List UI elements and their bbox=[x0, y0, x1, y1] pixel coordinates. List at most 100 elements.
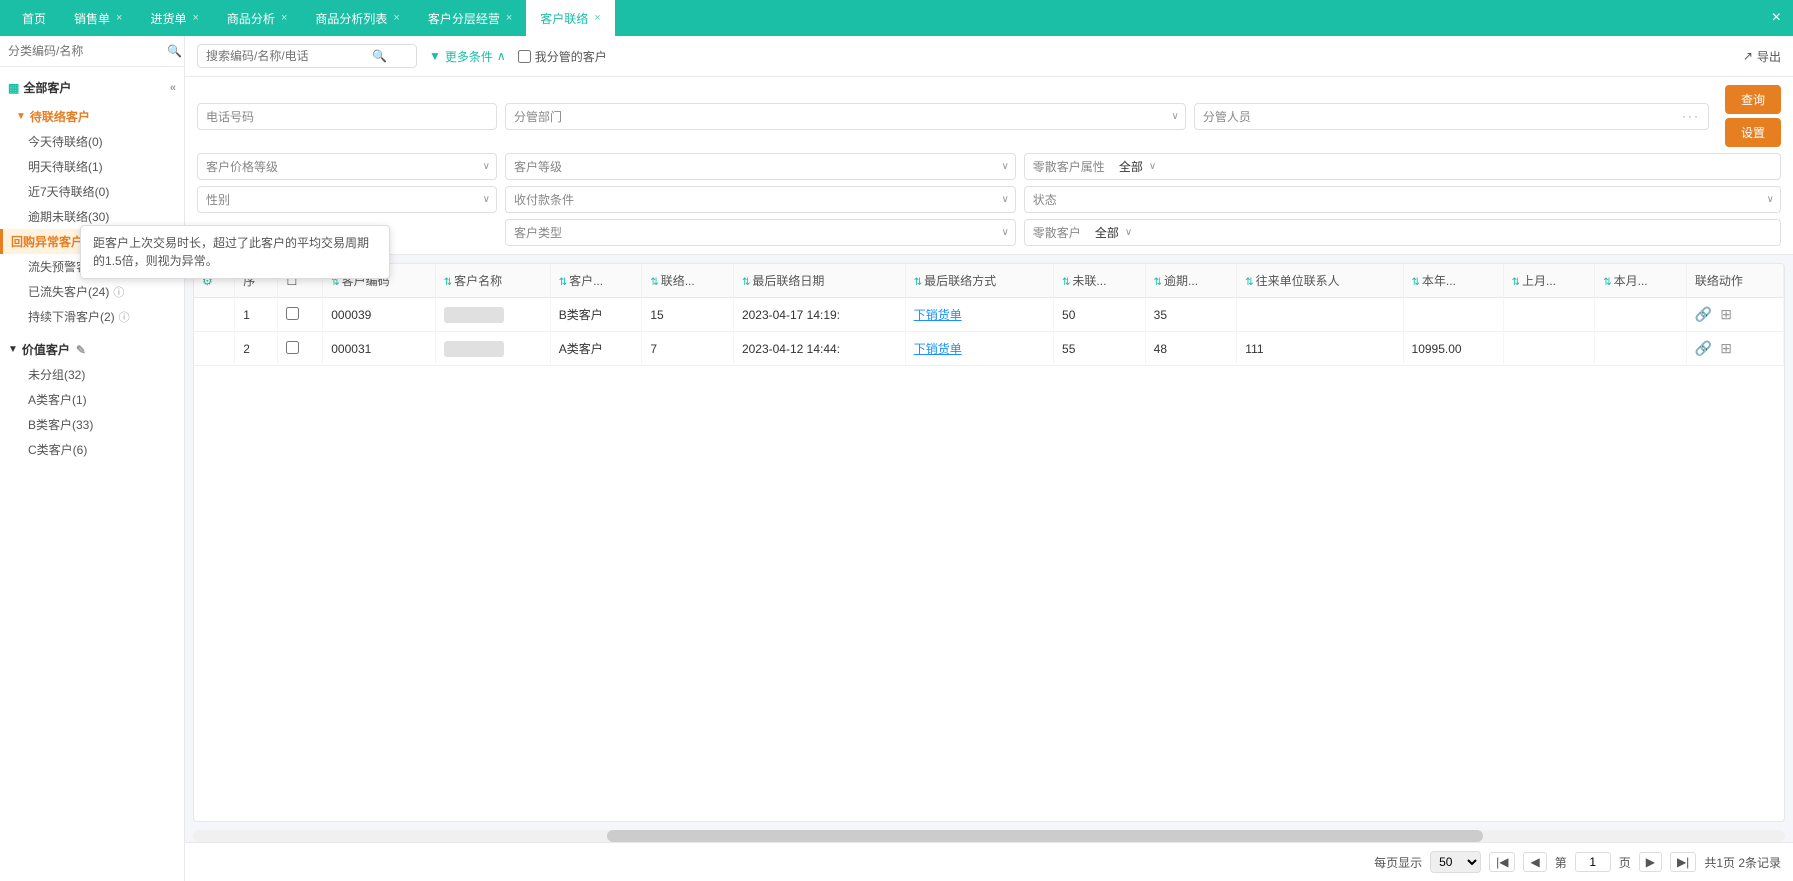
col-overdue[interactable]: ⇅逾期... bbox=[1145, 264, 1237, 298]
sidebar-item-already-lost[interactable]: 已流失客户(24) ⓘ bbox=[0, 279, 184, 304]
status-field[interactable]: 状态 ∨ bbox=[1024, 186, 1781, 213]
col-this-month[interactable]: ⇅本月... bbox=[1595, 264, 1687, 298]
page-label: 第 bbox=[1555, 854, 1567, 871]
pending-section-header[interactable]: ▼ 待联络客户 bbox=[0, 104, 184, 129]
cell-contact-count-2: 7 bbox=[642, 332, 734, 366]
department-field[interactable]: 分管部门 ∨ bbox=[505, 103, 1186, 130]
grid-action-icon-2[interactable]: ⊞ bbox=[1720, 340, 1732, 357]
nav-item-purchase[interactable]: 进货单 × bbox=[136, 0, 212, 36]
nav-item-sales[interactable]: 销售单 × bbox=[60, 0, 136, 36]
col-customer-type[interactable]: ⇅客户... bbox=[550, 264, 642, 298]
manager-dots[interactable]: ··· bbox=[1682, 109, 1700, 123]
sidebar-item-b-class[interactable]: B类客户(33) bbox=[0, 412, 184, 437]
cell-check-2[interactable] bbox=[278, 332, 323, 366]
already-lost-info-icon[interactable]: ⓘ bbox=[113, 284, 124, 300]
my-customer-checkbox[interactable] bbox=[518, 50, 531, 63]
cell-last-method-1[interactable]: 下销货单 bbox=[905, 298, 1053, 332]
col-last-month[interactable]: ⇅上月... bbox=[1503, 264, 1595, 298]
nav-item-home[interactable]: 首页 bbox=[8, 0, 60, 36]
method-link-1[interactable]: 下销货单 bbox=[914, 308, 962, 322]
col-contact-person[interactable]: ⇅往来单位联系人 bbox=[1237, 264, 1403, 298]
method-link-2[interactable]: 下销货单 bbox=[914, 342, 962, 356]
close-product-analysis-list-tab[interactable]: × bbox=[393, 12, 399, 24]
window-close-button[interactable]: × bbox=[1772, 9, 1781, 27]
phone-action-icon-2[interactable]: 🔗 bbox=[1695, 340, 1712, 357]
sidebar-root: ▦ 全部客户 « bbox=[0, 75, 184, 100]
search-wrap: 🔍 bbox=[197, 44, 417, 68]
grid-icon: ▦ bbox=[8, 81, 19, 95]
per-page-select[interactable]: 50 100 200 bbox=[1430, 851, 1481, 873]
filter-icon: ▼ bbox=[429, 49, 441, 63]
sidebar-item-declining[interactable]: 持续下滑客户(2) ⓘ bbox=[0, 304, 184, 329]
table-row: 1 000039 B类客户 15 2023-04-17 14:19: 下销货单 … bbox=[194, 298, 1784, 332]
close-sales-tab[interactable]: × bbox=[116, 12, 122, 24]
sidebar-item-tomorrow-pending[interactable]: 明天待联络(1) bbox=[0, 154, 184, 179]
nav-item-product-analysis-list[interactable]: 商品分析列表 × bbox=[301, 0, 413, 36]
col-last-contact-date[interactable]: ⇅最后联络日期 bbox=[733, 264, 905, 298]
main-search-icon[interactable]: 🔍 bbox=[372, 49, 387, 63]
sidebar-collapse-btn[interactable]: « bbox=[170, 82, 176, 94]
close-customer-segment-tab[interactable]: × bbox=[506, 12, 512, 24]
close-customer-contact-tab[interactable]: × bbox=[594, 12, 600, 24]
retail-attr-field[interactable]: 零散客户属性 全部 ∨ bbox=[1024, 153, 1781, 180]
sidebar-search-icon[interactable]: 🔍 bbox=[167, 44, 182, 58]
phone-action-icon-1[interactable]: 🔗 bbox=[1695, 306, 1712, 323]
col-name[interactable]: ⇅客户名称 bbox=[435, 264, 550, 298]
retail-customer-field[interactable]: 零散客户 全部 ∨ bbox=[1024, 219, 1781, 246]
export-btn[interactable]: ↗ 导出 bbox=[1743, 48, 1781, 65]
close-purchase-tab[interactable]: × bbox=[192, 12, 198, 24]
price-level-chevron: ∨ bbox=[483, 161, 490, 172]
row-checkbox-1[interactable] bbox=[286, 307, 299, 320]
cell-actions-1: 🔗 ⊞ bbox=[1686, 298, 1783, 332]
row-checkbox-2[interactable] bbox=[286, 341, 299, 354]
declining-info-icon[interactable]: ⓘ bbox=[119, 309, 130, 325]
horizontal-scrollbar[interactable] bbox=[193, 830, 1785, 842]
sidebar-item-a-class[interactable]: A类客户(1) bbox=[0, 387, 184, 412]
sidebar-item-today-pending[interactable]: 今天待联络(0) bbox=[0, 129, 184, 154]
nav-item-product-analysis[interactable]: 商品分析 × bbox=[213, 0, 301, 36]
sidebar-item-c-class[interactable]: C类客户(6) bbox=[0, 437, 184, 462]
cell-last-method-2[interactable]: 下销货单 bbox=[905, 332, 1053, 366]
col-this-year[interactable]: ⇅本年... bbox=[1403, 264, 1503, 298]
retail-attr-chevron: ∨ bbox=[1149, 161, 1156, 172]
my-customer-checkbox-wrap[interactable]: 我分管的客户 bbox=[518, 48, 607, 65]
nav-item-customer-segment[interactable]: 客户分层经营 × bbox=[414, 0, 526, 36]
settings-button[interactable]: 设置 bbox=[1725, 118, 1781, 147]
main-search-input[interactable] bbox=[206, 49, 366, 63]
customer-level-field[interactable]: 客户等级 ∨ bbox=[505, 153, 1016, 180]
cell-check-1[interactable] bbox=[278, 298, 323, 332]
phone-field[interactable]: 电话号码 bbox=[197, 103, 497, 130]
query-button[interactable]: 查询 bbox=[1725, 85, 1781, 114]
cell-last-month-2 bbox=[1503, 332, 1595, 366]
col-last-contact-method[interactable]: ⇅最后联络方式 bbox=[905, 264, 1053, 298]
scrollbar-thumb[interactable] bbox=[607, 830, 1483, 842]
sidebar-item-ungrouped[interactable]: 未分组(32) bbox=[0, 362, 184, 387]
customer-price-level-field[interactable]: 客户价格等级 ∨ bbox=[197, 153, 497, 180]
cell-actions-2: 🔗 ⊞ bbox=[1686, 332, 1783, 366]
nav-item-customer-contact[interactable]: 客户联络 × bbox=[526, 0, 614, 36]
customer-type-field[interactable]: 客户类型 ∨ bbox=[505, 219, 1016, 246]
grid-action-icon-1[interactable]: ⊞ bbox=[1720, 306, 1732, 323]
sidebar-item-7days-pending[interactable]: 近7天待联络(0) bbox=[0, 179, 184, 204]
next-page-btn[interactable]: ▶ bbox=[1639, 852, 1662, 872]
more-conditions-btn[interactable]: ▼ 更多条件 ∧ bbox=[429, 48, 506, 65]
first-page-btn[interactable]: |◀ bbox=[1489, 852, 1515, 872]
last-page-btn[interactable]: ▶| bbox=[1670, 852, 1696, 872]
sidebar-tree: ▦ 全部客户 « ▼ 待联络客户 今天待联络(0) 明天待联络(1) 近7天待联… bbox=[0, 67, 184, 881]
retail-customer-chevron: ∨ bbox=[1125, 227, 1132, 238]
payment-terms-field[interactable]: 收付款条件 ∨ bbox=[505, 186, 1016, 213]
prev-page-btn[interactable]: ◀ bbox=[1523, 852, 1546, 872]
per-page-label: 每页显示 bbox=[1374, 854, 1422, 871]
value-customer-section[interactable]: ▼ 价值客户 ✎ bbox=[0, 337, 184, 362]
col-contact-count[interactable]: ⇅联络... bbox=[642, 264, 734, 298]
page-number-input[interactable] bbox=[1575, 852, 1611, 872]
close-product-analysis-tab[interactable]: × bbox=[281, 12, 287, 24]
cell-last-month-1 bbox=[1503, 298, 1595, 332]
sidebar-search-input[interactable] bbox=[8, 44, 163, 58]
pending-arrow-icon: ▼ bbox=[16, 111, 26, 122]
gender-field[interactable]: 性别 ∨ bbox=[197, 186, 497, 213]
value-edit-icon[interactable]: ✎ bbox=[76, 343, 86, 357]
cell-contact-count-1: 15 bbox=[642, 298, 734, 332]
page-suffix: 页 bbox=[1619, 854, 1631, 871]
col-un-contact[interactable]: ⇅未联... bbox=[1054, 264, 1146, 298]
